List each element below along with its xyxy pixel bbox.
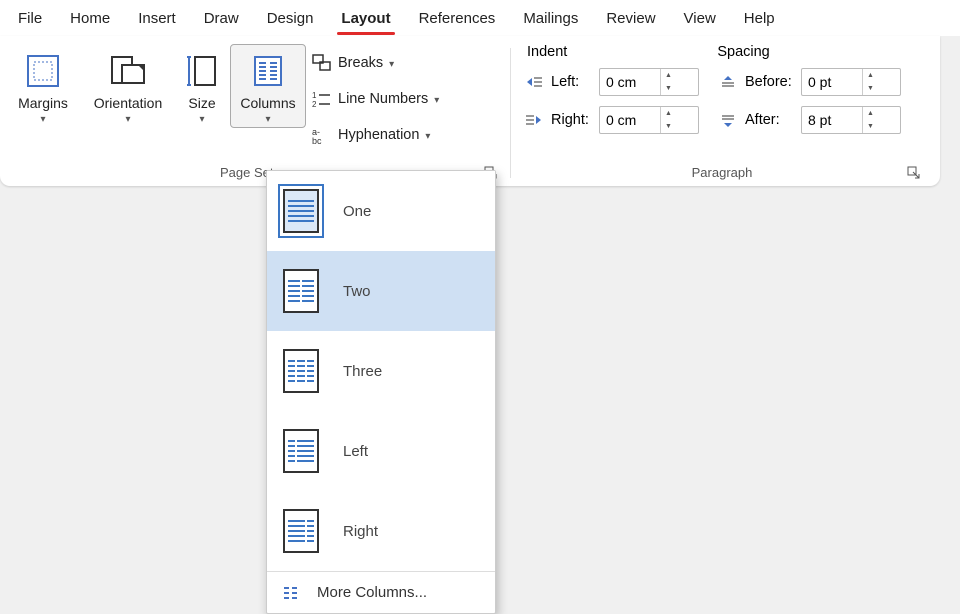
spacing-after-label: After: [745, 112, 795, 128]
columns-two-icon [283, 269, 319, 313]
tab-insert[interactable]: Insert [124, 4, 190, 32]
tab-layout[interactable]: Layout [327, 4, 404, 32]
tab-draw[interactable]: Draw [190, 4, 253, 32]
size-label: Size [188, 95, 215, 112]
tab-mailings[interactable]: Mailings [509, 4, 592, 32]
chevron-down-icon: ▾ [40, 114, 45, 125]
line-numbers-icon: 12 [312, 90, 332, 108]
indent-right-label: Right: [551, 112, 593, 128]
spacing-header: Spacing [717, 44, 769, 60]
columns-three-label: Three [343, 363, 382, 380]
indent-left-label: Left: [551, 74, 593, 90]
columns-icon [251, 51, 285, 91]
paragraph-launcher[interactable] [907, 166, 921, 180]
spin-up[interactable]: ▲ [863, 107, 878, 120]
columns-two-label: Two [343, 283, 371, 300]
orientation-icon [108, 51, 148, 91]
columns-three-icon [283, 349, 319, 393]
spacing-after-input[interactable]: ▲▼ [801, 106, 901, 134]
chevron-down-icon: ▾ [389, 59, 394, 70]
indent-left-icon [525, 74, 545, 90]
size-button[interactable]: Size ▾ [174, 44, 230, 128]
indent-header: Indent [527, 44, 567, 60]
breaks-icon [312, 54, 332, 72]
spin-down[interactable]: ▼ [863, 82, 878, 95]
ribbon: Margins ▾ Orientation ▾ Size ▾ [0, 36, 940, 186]
chevron-down-icon: ▾ [434, 95, 439, 106]
orientation-button[interactable]: Orientation ▾ [82, 44, 174, 128]
svg-text:1: 1 [312, 91, 317, 100]
line-numbers-button[interactable]: 12 Line Numbers ▾ [312, 86, 439, 112]
tab-help[interactable]: Help [730, 4, 789, 32]
indent-right-icon [525, 112, 545, 128]
spacing-after-value[interactable] [802, 112, 862, 128]
svg-text:bc: bc [312, 136, 322, 144]
columns-option-three[interactable]: Three [267, 331, 495, 411]
chevron-down-icon: ▾ [199, 114, 204, 125]
orientation-label: Orientation [94, 95, 162, 112]
columns-left-icon [283, 429, 319, 473]
columns-option-one[interactable]: One [267, 171, 495, 251]
hyphenation-icon: a-bc [312, 126, 332, 144]
columns-label: Columns [240, 95, 295, 112]
columns-one-label: One [343, 203, 371, 220]
chevron-down-icon: ▾ [425, 131, 430, 142]
spin-up[interactable]: ▲ [863, 69, 878, 82]
more-columns-icon [283, 586, 303, 600]
tab-home[interactable]: Home [56, 4, 124, 32]
spacing-before-input[interactable]: ▲▼ [801, 68, 901, 96]
group-separator [510, 48, 511, 178]
columns-left-label: Left [343, 443, 368, 460]
page-setup-small-stack: Breaks ▾ 12 Line Numbers ▾ a-bc Hyphenat… [306, 44, 445, 148]
indent-right-input[interactable]: ▲▼ [599, 106, 699, 134]
breaks-button[interactable]: Breaks ▾ [312, 50, 439, 76]
columns-right-label: Right [343, 523, 378, 540]
columns-option-left[interactable]: Left [267, 411, 495, 491]
tab-view[interactable]: View [670, 4, 730, 32]
line-numbers-label: Line Numbers [338, 91, 428, 107]
hyphenation-button[interactable]: a-bc Hyphenation ▾ [312, 122, 439, 148]
hyphenation-label: Hyphenation [338, 127, 419, 143]
spacing-before-label: Before: [745, 74, 795, 90]
indent-left-input[interactable]: ▲▼ [599, 68, 699, 96]
size-icon [185, 51, 219, 91]
spacing-before-value[interactable] [802, 74, 862, 90]
chevron-down-icon: ▾ [265, 114, 270, 125]
spin-up[interactable]: ▲ [661, 69, 676, 82]
columns-right-icon [283, 509, 319, 553]
tab-references[interactable]: References [405, 4, 510, 32]
indent-left-value[interactable] [600, 74, 660, 90]
spin-down[interactable]: ▼ [661, 120, 676, 133]
svg-text:2: 2 [312, 100, 317, 108]
ribbon-tabs: File Home Insert Draw Design Layout Refe… [0, 0, 960, 36]
columns-dropdown: One Two Three Left Right Mo [266, 170, 496, 614]
tab-file[interactable]: File [4, 4, 56, 32]
group-page-setup: Margins ▾ Orientation ▾ Size ▾ [4, 44, 504, 184]
margins-icon [25, 51, 61, 91]
indent-right-value[interactable] [600, 112, 660, 128]
group-label-paragraph: Paragraph [517, 163, 927, 184]
spin-down[interactable]: ▼ [661, 82, 676, 95]
spacing-after-icon [719, 112, 739, 128]
columns-option-right[interactable]: Right [267, 491, 495, 571]
group-paragraph: Indent Spacing Left: ▲▼ Before: ▲ [517, 44, 927, 184]
tab-design[interactable]: Design [253, 4, 328, 32]
columns-one-icon [283, 189, 319, 233]
margins-label: Margins [18, 95, 68, 112]
margins-button[interactable]: Margins ▾ [4, 44, 82, 128]
spin-down[interactable]: ▼ [863, 120, 878, 133]
chevron-down-icon: ▾ [125, 114, 130, 125]
breaks-label: Breaks [338, 55, 383, 71]
spacing-before-icon [719, 74, 739, 90]
columns-more-button[interactable]: More Columns... [267, 572, 495, 613]
tab-review[interactable]: Review [592, 4, 669, 32]
columns-option-two[interactable]: Two [267, 251, 495, 331]
columns-more-label: More Columns... [317, 584, 427, 601]
columns-button[interactable]: Columns ▾ [230, 44, 306, 128]
spin-up[interactable]: ▲ [661, 107, 676, 120]
